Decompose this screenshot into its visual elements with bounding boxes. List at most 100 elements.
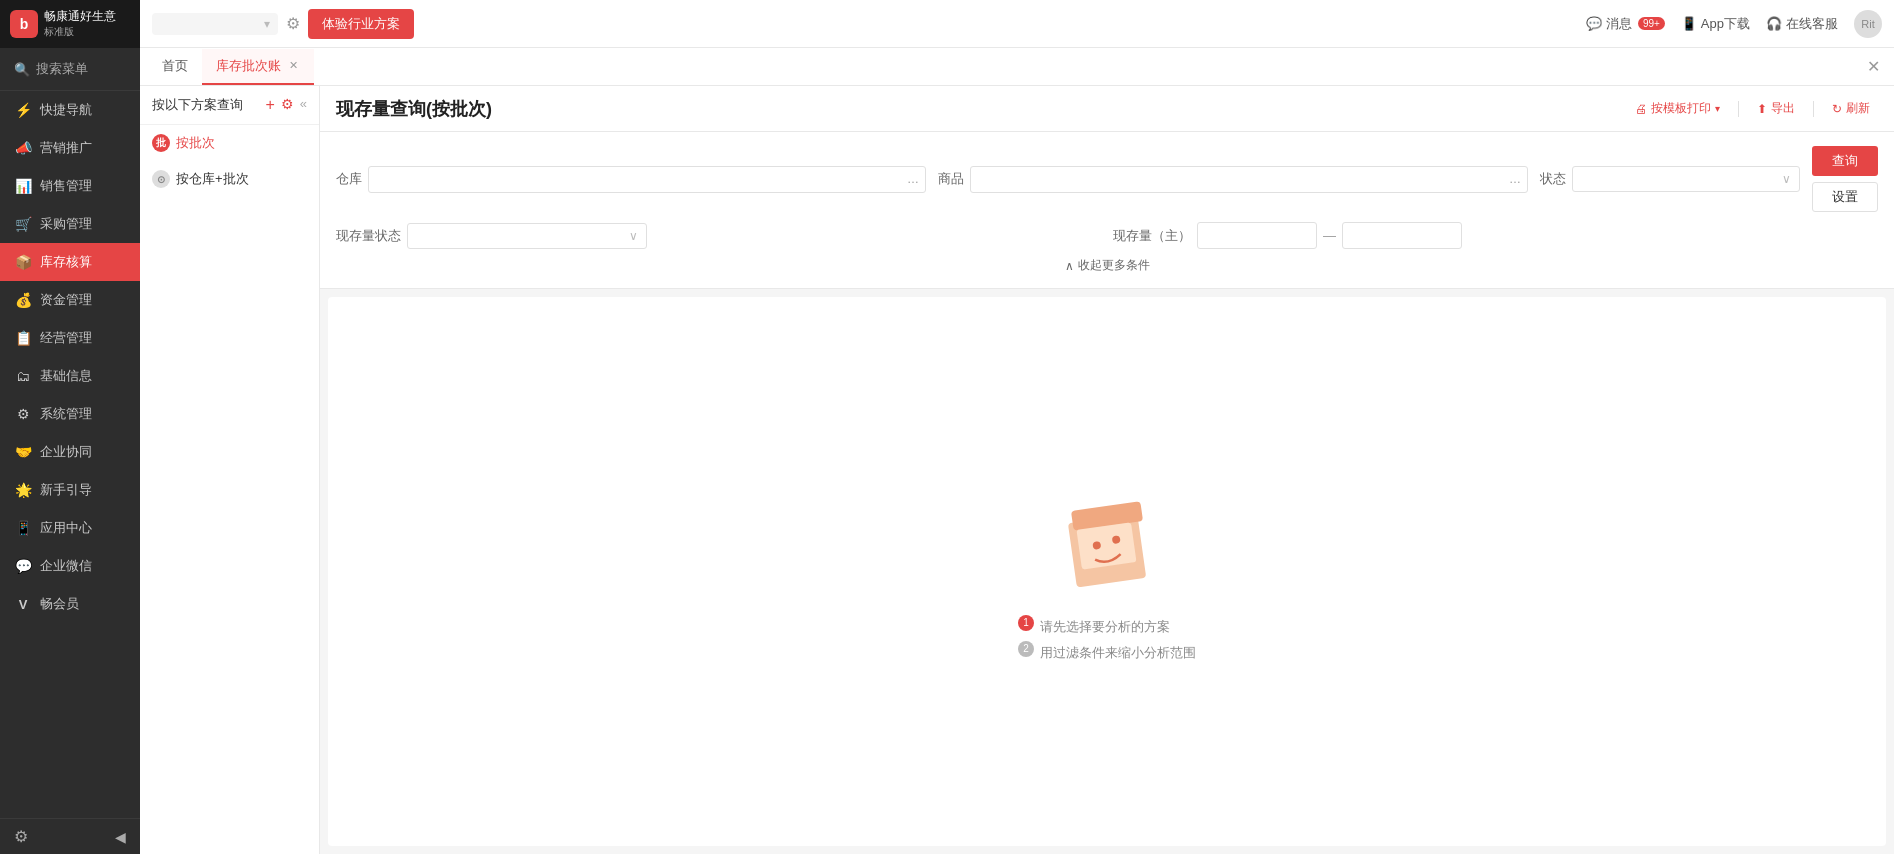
service-icon: 🎧 bbox=[1766, 16, 1782, 31]
filter-panel: 按以下方案查询 + ⚙ « 批 按批次 ⊙ 按仓库+批次 bbox=[140, 86, 320, 854]
scheme-by-batch[interactable]: 批 按批次 bbox=[140, 125, 319, 161]
purchase-label: 采购管理 bbox=[40, 215, 92, 233]
sidebar-item-sales[interactable]: 📊 销售管理 bbox=[0, 167, 140, 205]
app-download-label: App下载 bbox=[1701, 15, 1750, 33]
finance-icon: 💰 bbox=[14, 291, 32, 309]
sidebar-item-newbie[interactable]: 🌟 新手引导 bbox=[0, 471, 140, 509]
finance-label: 资金管理 bbox=[40, 291, 92, 309]
purchase-icon: 🛒 bbox=[14, 215, 32, 233]
system-label: 系统管理 bbox=[40, 405, 92, 423]
sidebar-item-purchase[interactable]: 🛒 采购管理 bbox=[0, 205, 140, 243]
app-center-icon: 📱 bbox=[14, 519, 32, 537]
message-btn[interactable]: 💬 消息 99+ bbox=[1586, 15, 1665, 33]
content-area: 按以下方案查询 + ⚙ « 批 按批次 ⊙ 按仓库+批次 现存量查询(按批次) bbox=[140, 86, 1894, 854]
trial-btn[interactable]: 体验行业方案 bbox=[308, 9, 414, 39]
inventory-amount-field: 现存量（主） — bbox=[1113, 222, 1878, 249]
topbar-search-input[interactable] bbox=[160, 17, 260, 31]
product-more-icon[interactable]: … bbox=[1503, 172, 1527, 186]
inventory-amount-label: 现存量（主） bbox=[1113, 227, 1191, 245]
filter-panel-header: 按以下方案查询 + ⚙ « bbox=[140, 86, 319, 125]
message-icon: 💬 bbox=[1586, 16, 1602, 31]
inventory-label: 库存核算 bbox=[40, 253, 92, 271]
hint-2-num: 2 bbox=[1018, 641, 1034, 657]
sidebar-item-marketing[interactable]: 📣 营销推广 bbox=[0, 129, 140, 167]
marketing-icon: 📣 bbox=[14, 139, 32, 157]
scheme-by-batch-label: 按批次 bbox=[176, 134, 215, 152]
newbie-icon: 🌟 bbox=[14, 481, 32, 499]
collapse-more-btn[interactable]: ∧ 收起更多条件 bbox=[336, 249, 1878, 278]
inventory-status-label: 现存量状态 bbox=[336, 227, 401, 245]
sidebar-item-enterprise[interactable]: 🤝 企业协同 bbox=[0, 433, 140, 471]
tab-inventory-batch[interactable]: 库存批次账 ✕ bbox=[202, 49, 314, 85]
tab-home[interactable]: 首页 bbox=[148, 49, 202, 85]
inventory-status-field: 现存量状态 ∨ bbox=[336, 223, 1101, 249]
empty-hints: 1 请先选择要分析的方案 2 用过滤条件来缩小分析范围 bbox=[1018, 614, 1196, 666]
add-scheme-icon[interactable]: + bbox=[265, 96, 274, 114]
message-label: 消息 bbox=[1606, 15, 1632, 33]
sidebar-settings-icon[interactable]: ⚙ bbox=[14, 827, 28, 846]
sidebar-item-basic[interactable]: 🗂 基础信息 bbox=[0, 357, 140, 395]
search-menu-btn[interactable]: 🔍 搜索菜单 bbox=[10, 56, 130, 82]
form-row-1: 仓库 … 商品 … 状态 bbox=[336, 146, 1878, 212]
collapse-label: 收起更多条件 bbox=[1078, 257, 1150, 274]
user-avatar-btn[interactable]: Rit bbox=[1854, 10, 1882, 38]
sidebar-item-quick-nav[interactable]: ⚡ 快捷导航 bbox=[0, 91, 140, 129]
sidebar-item-finance[interactable]: 💰 资金管理 bbox=[0, 281, 140, 319]
refresh-label: 刷新 bbox=[1846, 100, 1870, 117]
scheme-by-warehouse-batch-label: 按仓库+批次 bbox=[176, 170, 249, 188]
sidebar-item-system[interactable]: ⚙ 系统管理 bbox=[0, 395, 140, 433]
settings-btn[interactable]: 设置 bbox=[1812, 182, 1878, 212]
query-btn[interactable]: 查询 bbox=[1812, 146, 1878, 176]
sidebar-item-enterprise-wechat[interactable]: 💬 企业微信 bbox=[0, 547, 140, 585]
sidebar-logo: b 畅康通好生意 标准版 bbox=[0, 0, 140, 48]
empty-state: 1 请先选择要分析的方案 2 用过滤条件来缩小分析范围 bbox=[328, 297, 1886, 846]
scheme-by-warehouse-batch-icon: ⊙ bbox=[152, 170, 170, 188]
sidebar-item-business[interactable]: 📋 经营管理 bbox=[0, 319, 140, 357]
filter-panel-actions: + ⚙ « bbox=[265, 96, 307, 114]
scheme-settings-icon[interactable]: ⚙ bbox=[281, 96, 294, 114]
tab-close-btn[interactable]: ✕ bbox=[287, 58, 300, 73]
app-download-btn[interactable]: 📱 App下载 bbox=[1681, 15, 1750, 33]
warehouse-label: 仓库 bbox=[336, 170, 362, 188]
refresh-btn[interactable]: ↻ 刷新 bbox=[1824, 96, 1878, 121]
sidebar-item-inventory[interactable]: 📦 库存核算 bbox=[0, 243, 140, 281]
product-input[interactable] bbox=[971, 167, 1503, 192]
header-divider2 bbox=[1813, 101, 1814, 117]
app-download-icon: 📱 bbox=[1681, 16, 1697, 31]
system-icon: ⚙ bbox=[14, 405, 32, 423]
warehouse-input[interactable] bbox=[369, 167, 901, 192]
logo-icon: b bbox=[10, 10, 38, 38]
sidebar-collapse-icon[interactable]: ◀ bbox=[115, 829, 126, 845]
topbar-gear-icon[interactable]: ⚙ bbox=[286, 14, 300, 33]
app-name: 畅康通好生意 bbox=[44, 9, 116, 25]
scheme-by-warehouse-batch[interactable]: ⊙ 按仓库+批次 bbox=[140, 161, 319, 197]
avatar: Rit bbox=[1854, 10, 1882, 38]
sidebar-item-app-center[interactable]: 📱 应用中心 bbox=[0, 509, 140, 547]
collapse-icon: ∧ bbox=[1065, 259, 1074, 273]
quick-nav-label: 快捷导航 bbox=[40, 101, 92, 119]
inventory-amount-max-input[interactable] bbox=[1342, 222, 1462, 249]
main-panel: 现存量查询(按批次) 🖨 按模板打印 ▾ ⬆ 导出 ↻ 刷 bbox=[320, 86, 1894, 854]
warehouse-input-wrap[interactable]: … bbox=[368, 166, 926, 193]
export-btn[interactable]: ⬆ 导出 bbox=[1749, 96, 1803, 121]
search-menu-label: 搜索菜单 bbox=[36, 60, 88, 78]
print-btn[interactable]: 🖨 按模板打印 ▾ bbox=[1627, 96, 1728, 121]
product-field: 商品 … bbox=[938, 166, 1528, 193]
panel-collapse-icon[interactable]: « bbox=[300, 96, 307, 114]
marketing-label: 营销推广 bbox=[40, 139, 92, 157]
enterprise-wechat-label: 企业微信 bbox=[40, 557, 92, 575]
basic-label: 基础信息 bbox=[40, 367, 92, 385]
status-select[interactable]: ∨ bbox=[1572, 166, 1800, 192]
inventory-status-select[interactable]: ∨ bbox=[407, 223, 647, 249]
warehouse-field: 仓库 … bbox=[336, 166, 926, 193]
online-service-btn[interactable]: 🎧 在线客服 bbox=[1766, 15, 1838, 33]
search-form: 仓库 … 商品 … 状态 bbox=[320, 132, 1894, 289]
tab-home-label: 首页 bbox=[162, 57, 188, 75]
status-label: 状态 bbox=[1540, 170, 1566, 188]
product-input-wrap[interactable]: … bbox=[970, 166, 1528, 193]
sidebar-item-vip[interactable]: V 畅会员 bbox=[0, 585, 140, 623]
tab-bar-close-btn[interactable]: ✕ bbox=[1861, 57, 1886, 76]
warehouse-more-icon[interactable]: … bbox=[901, 172, 925, 186]
topbar: ▾ ⚙ 体验行业方案 💬 消息 99+ 📱 App下载 🎧 在线客服 Rit bbox=[140, 0, 1894, 48]
inventory-amount-min-input[interactable] bbox=[1197, 222, 1317, 249]
